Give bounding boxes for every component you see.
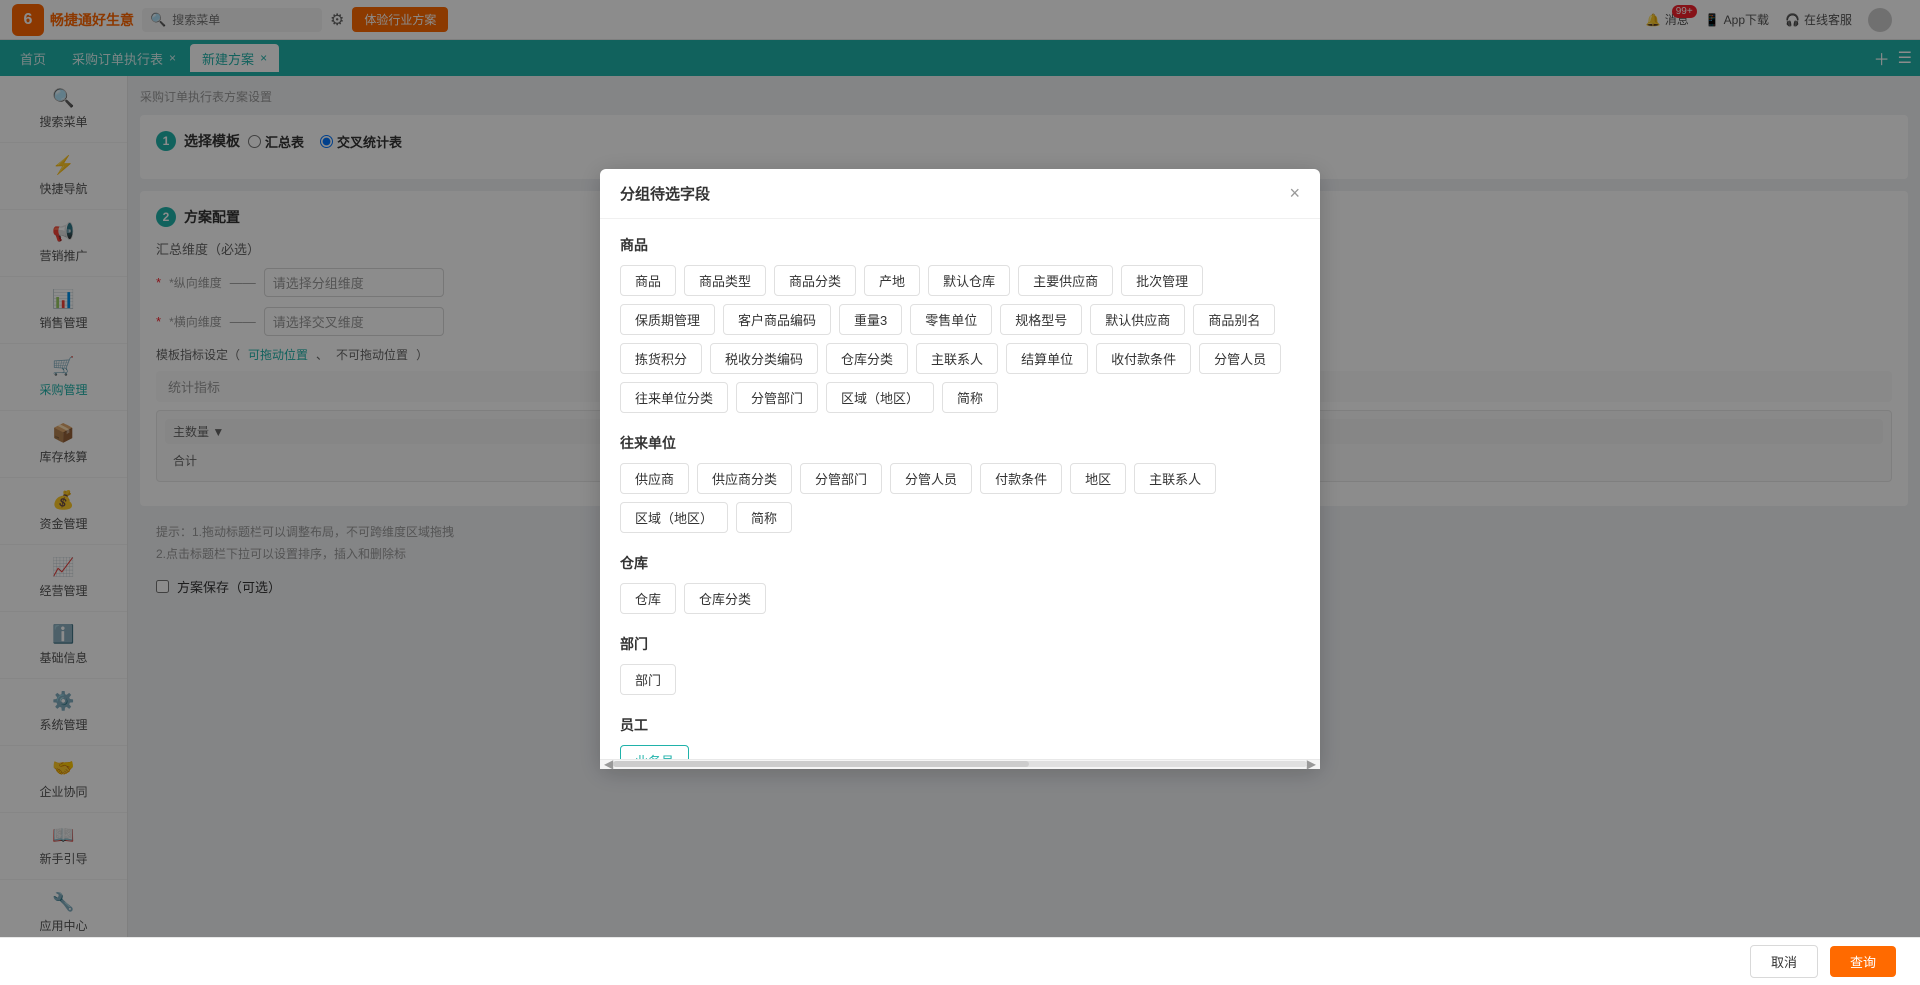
field-short-name2[interactable]: 简称 [736,502,792,533]
field-tags-warehouse: 仓库 仓库分类 [620,583,1300,614]
modal-close-button[interactable]: × [1289,183,1300,204]
field-goods-type[interactable]: 商品类型 [684,265,766,296]
field-main-contact2[interactable]: 主联系人 [1134,463,1216,494]
field-goods-alias[interactable]: 商品别名 [1193,304,1275,335]
h-scroll-track [613,761,1307,767]
section-goods-title: 商品 [620,235,1300,255]
section-partner: 往来单位 供应商 供应商分类 分管部门 分管人员 付款条件 地区 主联系人 区域… [620,433,1300,533]
section-goods: 商品 商品 商品类型 商品分类 产地 默认仓库 主要供应商 批次管理 保质期管理… [620,235,1300,413]
field-payment-cond[interactable]: 付款条件 [980,463,1062,494]
field-tax-code[interactable]: 税收分类编码 [710,343,818,374]
modal-body: 商品 商品 商品类型 商品分类 产地 默认仓库 主要供应商 批次管理 保质期管理… [600,219,1320,759]
field-supervisor[interactable]: 分管人员 [1199,343,1281,374]
section-dept-title: 部门 [620,634,1300,654]
field-goods[interactable]: 商品 [620,265,676,296]
field-region[interactable]: 区域（地区） [826,382,934,413]
field-area[interactable]: 地区 [1070,463,1126,494]
scroll-right-arrow[interactable]: ▶ [1307,757,1316,771]
field-partner-category[interactable]: 往来单位分类 [620,382,728,413]
horizontal-scrollbar: ◀ ▶ [600,759,1320,769]
field-customer-code[interactable]: 客户商品编码 [723,304,831,335]
modal: 分组待选字段 × 商品 商品 商品类型 商品分类 产地 默认仓库 主要供应商 批… [600,169,1320,769]
field-pick-points[interactable]: 拣货积分 [620,343,702,374]
field-supervisor2[interactable]: 分管人员 [890,463,972,494]
field-supplier-cat[interactable]: 供应商分类 [697,463,792,494]
field-supplier[interactable]: 供应商 [620,463,689,494]
modal-title: 分组待选字段 [620,183,710,204]
cancel-button[interactable]: 取消 [1750,945,1818,978]
section-warehouse-title: 仓库 [620,553,1300,573]
field-main-contact[interactable]: 主联系人 [916,343,998,374]
field-retail-unit[interactable]: 零售单位 [910,304,992,335]
modal-header: 分组待选字段 × [600,169,1320,219]
field-warehouse-category[interactable]: 仓库分类 [826,343,908,374]
field-main-supplier[interactable]: 主要供应商 [1018,265,1113,296]
modal-overlay[interactable]: 分组待选字段 × 商品 商品 商品类型 商品分类 产地 默认仓库 主要供应商 批… [0,0,1920,937]
section-employee-title: 员工 [620,715,1300,735]
field-default-supplier[interactable]: 默认供应商 [1090,304,1185,335]
field-origin[interactable]: 产地 [864,265,920,296]
field-goods-category[interactable]: 商品分类 [774,265,856,296]
field-warehouse[interactable]: 仓库 [620,583,676,614]
field-tags-partner: 供应商 供应商分类 分管部门 分管人员 付款条件 地区 主联系人 区域（地区） … [620,463,1300,533]
bottom-bar: 取消 查询 [0,937,1920,985]
field-short-name[interactable]: 简称 [942,382,998,413]
scroll-left-arrow[interactable]: ◀ [604,757,613,771]
field-department[interactable]: 部门 [620,664,676,695]
section-warehouse: 仓库 仓库 仓库分类 [620,553,1300,614]
field-region2[interactable]: 区域（地区） [620,502,728,533]
field-tags-goods: 商品 商品类型 商品分类 产地 默认仓库 主要供应商 批次管理 保质期管理 客户… [620,265,1300,413]
field-dept[interactable]: 分管部门 [736,382,818,413]
field-warehouse-cat[interactable]: 仓库分类 [684,583,766,614]
field-settlement-unit[interactable]: 结算单位 [1006,343,1088,374]
field-tags-employee: 业务员 [620,745,1300,759]
field-batch[interactable]: 批次管理 [1121,265,1203,296]
h-scroll-thumb[interactable] [613,761,1029,767]
field-default-warehouse[interactable]: 默认仓库 [928,265,1010,296]
section-partner-title: 往来单位 [620,433,1300,453]
field-weight[interactable]: 重量3 [839,304,902,335]
confirm-button[interactable]: 查询 [1830,946,1896,977]
field-salesperson[interactable]: 业务员 [620,745,689,759]
field-expiry[interactable]: 保质期管理 [620,304,715,335]
section-dept: 部门 部门 [620,634,1300,695]
field-dept2[interactable]: 分管部门 [800,463,882,494]
field-payment-terms[interactable]: 收付款条件 [1096,343,1191,374]
field-spec-model[interactable]: 规格型号 [1000,304,1082,335]
section-employee: 员工 业务员 [620,715,1300,759]
field-tags-dept: 部门 [620,664,1300,695]
